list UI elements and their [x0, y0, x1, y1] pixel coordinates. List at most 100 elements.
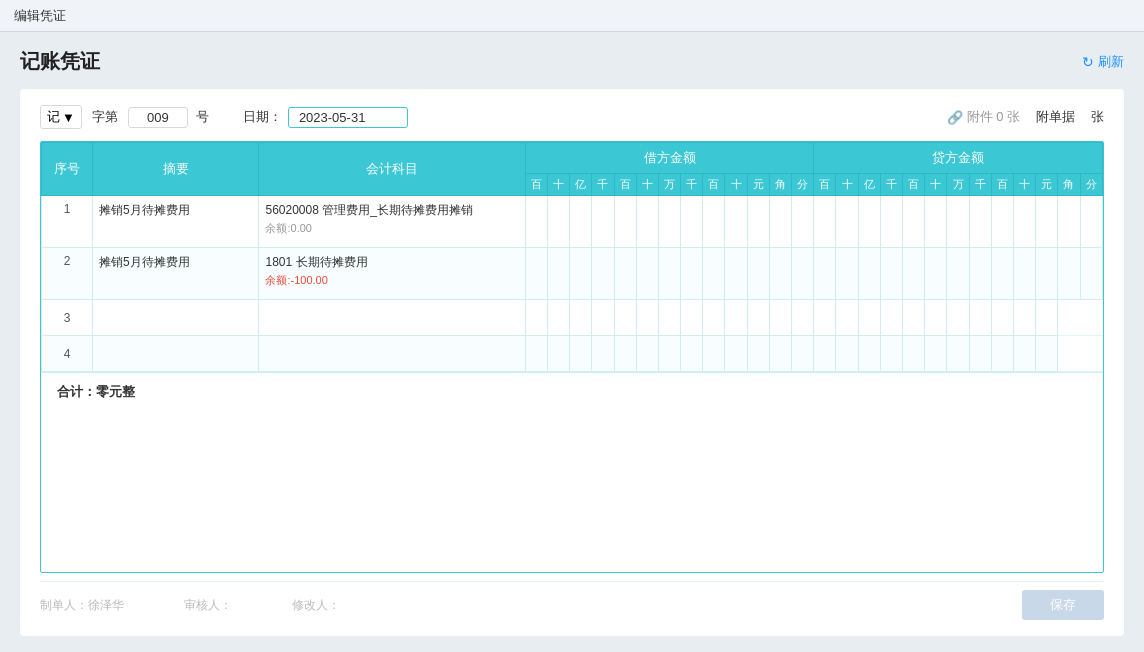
row1-db11[interactable] [747, 196, 769, 248]
row1-cr7[interactable] [947, 196, 969, 248]
credit-d5: 百 [903, 174, 925, 196]
row3-account[interactable] [259, 300, 525, 336]
row2-db13[interactable] [792, 248, 814, 300]
title-bar: 编辑凭证 [0, 0, 1144, 32]
credit-d9: 百 [991, 174, 1013, 196]
zi-label: 字第 [92, 108, 118, 126]
row3-summary[interactable] [93, 300, 259, 336]
row1-db5[interactable] [614, 196, 636, 248]
hao-label: 号 [196, 108, 209, 126]
credit-d8: 千 [969, 174, 991, 196]
row1-account[interactable]: 56020008 管理费用_长期待摊费用摊销 余额:0.00 [259, 196, 525, 248]
row1-cr12[interactable] [1058, 196, 1080, 248]
row1-db9[interactable] [703, 196, 725, 248]
row1-cr3[interactable] [858, 196, 880, 248]
row1-seq: 1 [42, 196, 93, 248]
save-button[interactable]: 保存 [1022, 590, 1104, 620]
row1-cr13[interactable] [1080, 196, 1102, 248]
debit-d6: 十 [636, 174, 658, 196]
row2-db12[interactable] [769, 248, 791, 300]
row2-cr2[interactable] [836, 248, 858, 300]
row2-db10[interactable] [725, 248, 747, 300]
row1-cr11[interactable] [1036, 196, 1058, 248]
row1-db2[interactable] [547, 196, 569, 248]
refresh-label: 刷新 [1098, 53, 1124, 71]
row1-db6[interactable] [636, 196, 658, 248]
debit-d2: 十 [547, 174, 569, 196]
row2-cr3[interactable] [858, 248, 880, 300]
row2-db3[interactable] [570, 248, 592, 300]
row2-cr4[interactable] [880, 248, 902, 300]
page-title: 记账凭证 [20, 48, 100, 75]
row1-cr8[interactable] [969, 196, 991, 248]
row4-summary[interactable] [93, 336, 259, 372]
col-header-account: 会计科目 [259, 143, 525, 196]
row1-cr5[interactable] [903, 196, 925, 248]
dropdown-arrow-icon: ▼ [62, 110, 75, 125]
main-container: 记账凭证 ↻ 刷新 记 ▼ 字第 号 日期： 🔗 [0, 32, 1144, 652]
row2-cr11[interactable] [1036, 248, 1058, 300]
paperclip-icon: 🔗 [947, 110, 963, 125]
row2-cr8[interactable] [969, 248, 991, 300]
row2-db8[interactable] [681, 248, 703, 300]
row1-db3[interactable] [570, 196, 592, 248]
row1-balance: 余额:0.00 [265, 221, 518, 236]
date-group: 日期： [243, 107, 408, 128]
row2-seq: 2 [42, 248, 93, 300]
table-header-row1: 序号 摘要 会计科目 借方金额 贷方金额 [42, 143, 1103, 174]
row1-summary[interactable]: 摊销5月待摊费用 [93, 196, 259, 248]
attach-single-button[interactable]: 附单据 [1036, 108, 1075, 126]
row2-db9[interactable] [703, 248, 725, 300]
row2-cr7[interactable] [947, 248, 969, 300]
row1-cr9[interactable] [991, 196, 1013, 248]
debit-d3: 亿 [570, 174, 592, 196]
credit-d6: 十 [925, 174, 947, 196]
debit-d9: 百 [703, 174, 725, 196]
row4-account[interactable] [259, 336, 525, 372]
row1-cr4[interactable] [880, 196, 902, 248]
col-header-summary: 摘要 [93, 143, 259, 196]
row2-cr9[interactable] [991, 248, 1013, 300]
row2-db1[interactable] [525, 248, 547, 300]
row2-db6[interactable] [636, 248, 658, 300]
row2-db2[interactable] [547, 248, 569, 300]
row1-db13[interactable] [792, 196, 814, 248]
refresh-button[interactable]: ↻ 刷新 [1082, 53, 1124, 71]
row4-seq: 4 [42, 336, 93, 372]
voucher-table: 序号 摘要 会计科目 借方金额 贷方金额 百 十 亿 千 百 十 万 [41, 142, 1103, 372]
debit-d5: 百 [614, 174, 636, 196]
form-bar: 记 ▼ 字第 号 日期： 🔗 附件 0 张 附单据 张 [40, 105, 1104, 129]
zi-input[interactable] [128, 107, 188, 128]
row2-cr5[interactable] [903, 248, 925, 300]
row2-cr10[interactable] [1013, 248, 1035, 300]
row1-cr1[interactable] [814, 196, 836, 248]
date-label: 日期： [243, 108, 282, 126]
row2-cr1[interactable] [814, 248, 836, 300]
date-input[interactable] [288, 107, 408, 128]
row1-db4[interactable] [592, 196, 614, 248]
row1-db1[interactable] [525, 196, 547, 248]
row2-db4[interactable] [592, 248, 614, 300]
voucher-card: 记 ▼ 字第 号 日期： 🔗 附件 0 张 附单据 张 [20, 89, 1124, 636]
right-actions: 🔗 附件 0 张 附单据 张 [947, 108, 1104, 126]
row1-cr10[interactable] [1013, 196, 1035, 248]
row2-account[interactable]: 1801 长期待摊费用 余额:-100.00 [259, 248, 525, 300]
col-header-seq: 序号 [42, 143, 93, 196]
row1-db8[interactable] [681, 196, 703, 248]
row1-db10[interactable] [725, 196, 747, 248]
row1-db12[interactable] [769, 196, 791, 248]
row2-balance: 余额:-100.00 [265, 273, 518, 288]
row2-db5[interactable] [614, 248, 636, 300]
row2-summary[interactable]: 摊销5月待摊费用 [93, 248, 259, 300]
row2-db11[interactable] [747, 248, 769, 300]
ji-dropdown[interactable]: 记 ▼ [40, 105, 82, 129]
row2-cr12[interactable] [1058, 248, 1080, 300]
row2-cr6[interactable] [925, 248, 947, 300]
creator-label: 制单人：徐泽华 [40, 597, 124, 614]
row1-db7[interactable] [658, 196, 680, 248]
row2-db7[interactable] [658, 248, 680, 300]
row2-cr13[interactable] [1080, 248, 1102, 300]
row1-cr2[interactable] [836, 196, 858, 248]
row1-cr6[interactable] [925, 196, 947, 248]
attach-button[interactable]: 🔗 附件 0 张 [947, 108, 1020, 126]
